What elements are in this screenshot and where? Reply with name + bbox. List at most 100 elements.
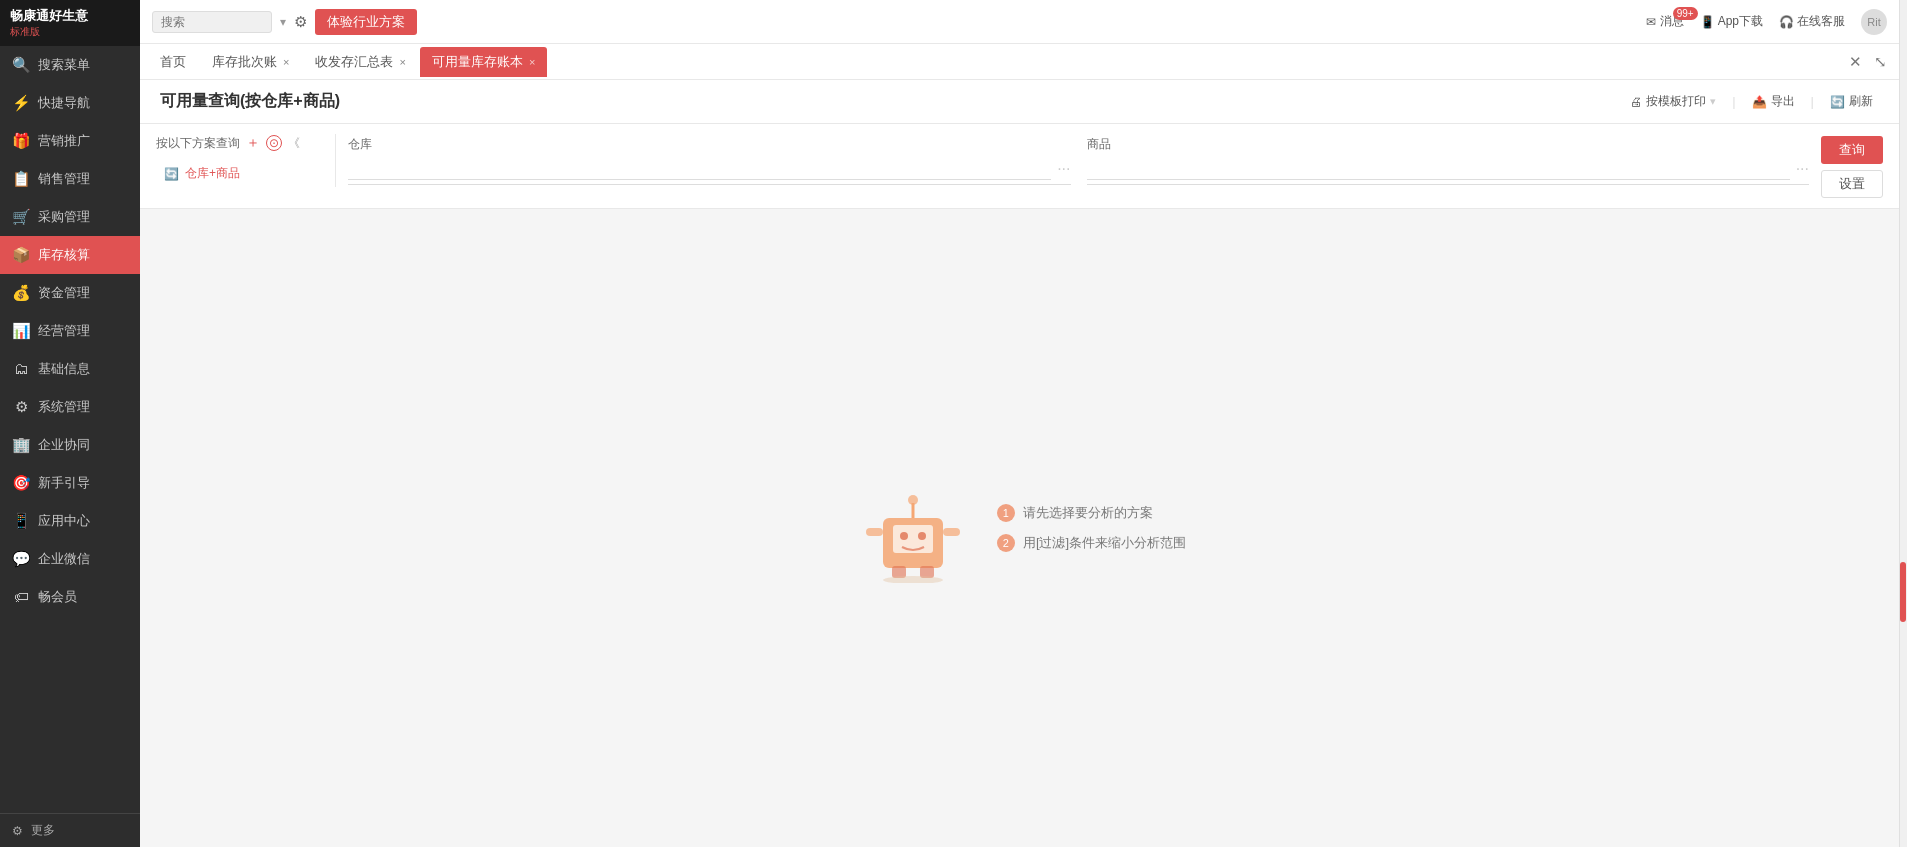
svg-rect-6 — [866, 528, 883, 536]
sidebar-scroll: 🔍 搜索菜单 ⚡ 快捷导航 🎁 营销推广 📋 销售管理 🛒 采购管理 📦 库存核… — [0, 46, 140, 813]
page-header-actions: 🖨 按模板打印 ▾ | 📤 导出 | 🔄 刷新 — [1624, 90, 1879, 113]
empty-text: 1 请先选择要分析的方案 2 用[过滤]条件来缩小分析范围 — [997, 504, 1186, 552]
topbar-gear-icon[interactable]: ⚙ — [294, 13, 307, 31]
scheme-item-label: 仓库+商品 — [185, 165, 240, 182]
empty-illustration — [853, 468, 973, 588]
avatar[interactable]: Rit — [1861, 9, 1887, 35]
sidebar-item-wechat[interactable]: 💬 企业微信 — [0, 540, 140, 578]
product-dots-icon[interactable]: ··· — [1796, 160, 1809, 178]
apps-icon: 📱 — [12, 512, 30, 530]
sidebar-label-apps: 应用中心 — [38, 512, 90, 530]
shortcut-icon: ⚡ — [12, 94, 30, 112]
sidebar-label-sales: 销售管理 — [38, 170, 90, 188]
online-service-label: 在线客服 — [1797, 13, 1845, 30]
empty-hint-2-text: 用[过滤]条件来缩小分析范围 — [1023, 534, 1186, 552]
svg-rect-7 — [943, 528, 960, 536]
warehouse-label: 仓库 — [348, 136, 1071, 153]
print-button[interactable]: 🖨 按模板打印 ▾ — [1624, 90, 1722, 113]
app-edition: 标准版 — [10, 25, 130, 38]
sidebar-bottom-label: 更多 — [31, 822, 55, 839]
sidebar-item-enterprise[interactable]: 🏢 企业协同 — [0, 426, 140, 464]
warehouse-input[interactable] — [348, 157, 1051, 180]
sidebar-label-newbie: 新手引导 — [38, 474, 90, 492]
sidebar-item-apps[interactable]: 📱 应用中心 — [0, 502, 140, 540]
empty-hint-2: 2 用[过滤]条件来缩小分析范围 — [997, 534, 1186, 552]
enterprise-icon: 🏢 — [12, 436, 30, 454]
sidebar-label-finance: 资金管理 — [38, 284, 90, 302]
filter-field-warehouse: 仓库 ··· — [348, 136, 1071, 185]
sidebar-label-operations: 经营管理 — [38, 322, 90, 340]
filter-area: 按以下方案查询 ＋ ⊙ 《 🔄 仓库+商品 仓库 ··· — [140, 124, 1899, 209]
headset-icon: 🎧 — [1779, 15, 1794, 29]
tab-batch[interactable]: 库存批次账 × — [200, 47, 301, 77]
print-icon: 🖨 — [1630, 95, 1642, 109]
sidebar-item-finance[interactable]: 💰 资金管理 — [0, 274, 140, 312]
product-input[interactable] — [1087, 157, 1790, 180]
empty-state: 1 请先选择要分析的方案 2 用[过滤]条件来缩小分析范围 — [140, 209, 1899, 847]
product-input-row: ··· — [1087, 157, 1810, 185]
industry-button[interactable]: 体验行业方案 — [315, 9, 417, 35]
sidebar-label-system: 系统管理 — [38, 398, 90, 416]
sidebar: 畅康通好生意 标准版 🔍 搜索菜单 ⚡ 快捷导航 🎁 营销推广 📋 销售管理 🛒… — [0, 0, 140, 847]
sidebar-item-sales[interactable]: 📋 销售管理 — [0, 160, 140, 198]
sales-icon: 📋 — [12, 170, 30, 188]
refresh-button[interactable]: 🔄 刷新 — [1824, 90, 1879, 113]
sidebar-item-system[interactable]: ⚙ 系统管理 — [0, 388, 140, 426]
page-header: 可用量查询(按仓库+商品) 🖨 按模板打印 ▾ | 📤 导出 | 🔄 刷新 — [140, 80, 1899, 124]
export-label: 导出 — [1771, 93, 1795, 110]
tab-batch-close[interactable]: × — [283, 56, 289, 68]
print-chevron-icon: ▾ — [1710, 95, 1716, 108]
app-download-button[interactable]: 📱 App下载 — [1700, 13, 1763, 30]
settings-button[interactable]: 设置 — [1821, 170, 1883, 198]
online-service-button[interactable]: 🎧 在线客服 — [1779, 13, 1845, 30]
sidebar-label-purchase: 采购管理 — [38, 208, 90, 226]
filter-schemes: 按以下方案查询 ＋ ⊙ 《 🔄 仓库+商品 — [156, 134, 336, 187]
scheme-icon: 🔄 — [164, 167, 179, 181]
print-label: 按模板打印 — [1646, 93, 1706, 110]
app-header: 畅康通好生意 标准版 — [0, 0, 140, 46]
search-chevron-icon[interactable]: ▾ — [280, 15, 286, 29]
sidebar-item-member[interactable]: 🏷 畅会员 — [0, 578, 140, 616]
operations-icon: 📊 — [12, 322, 30, 340]
query-button[interactable]: 查询 — [1821, 136, 1883, 164]
sidebar-label-inventory: 库存核算 — [38, 246, 90, 264]
sidebar-item-search[interactable]: 🔍 搜索菜单 — [0, 46, 140, 84]
sidebar-label-marketing: 营销推广 — [38, 132, 90, 150]
system-icon: ⚙ — [12, 398, 30, 416]
sidebar-bottom-settings[interactable]: ⚙ 更多 — [0, 813, 140, 847]
message-badge: 99+ — [1673, 7, 1698, 20]
tab-available[interactable]: 可用量库存账本 × — [420, 47, 547, 77]
filter-actions: 查询 设置 — [1821, 134, 1883, 198]
tab-available-close[interactable]: × — [529, 56, 535, 68]
sidebar-item-operations[interactable]: 📊 经营管理 — [0, 312, 140, 350]
page-content: 可用量查询(按仓库+商品) 🖨 按模板打印 ▾ | 📤 导出 | 🔄 刷新 — [140, 80, 1899, 847]
right-scrollbar[interactable] — [1899, 0, 1907, 847]
tab-summary-close[interactable]: × — [399, 56, 405, 68]
scheme-settings-button[interactable]: ⊙ — [266, 135, 282, 151]
tab-summary[interactable]: 收发存汇总表 × — [303, 47, 417, 77]
sidebar-item-shortcut[interactable]: ⚡ 快捷导航 — [0, 84, 140, 122]
scheme-collapse-button[interactable]: 《 — [288, 135, 300, 152]
svg-point-5 — [908, 495, 918, 505]
member-icon: 🏷 — [12, 588, 30, 605]
message-button[interactable]: ✉ 消息 99+ — [1646, 13, 1684, 30]
tab-home[interactable]: 首页 — [148, 47, 198, 77]
sidebar-item-inventory[interactable]: 📦 库存核算 — [0, 236, 140, 274]
sidebar-item-purchase[interactable]: 🛒 采购管理 — [0, 198, 140, 236]
add-scheme-button[interactable]: ＋ — [246, 134, 260, 152]
tab-close-button[interactable]: ✕ — [1845, 51, 1866, 73]
export-button[interactable]: 📤 导出 — [1746, 90, 1801, 113]
warehouse-dots-icon[interactable]: ··· — [1057, 160, 1070, 178]
search-input[interactable] — [152, 11, 272, 33]
sidebar-item-marketing[interactable]: 🎁 营销推广 — [0, 122, 140, 160]
sidebar-item-basic[interactable]: 🗂 基础信息 — [0, 350, 140, 388]
divider-2: | — [1811, 94, 1814, 109]
sidebar-label-enterprise: 企业协同 — [38, 436, 90, 454]
sidebar-item-newbie[interactable]: 🎯 新手引导 — [0, 464, 140, 502]
newbie-icon: 🎯 — [12, 474, 30, 492]
product-label: 商品 — [1087, 136, 1810, 153]
tab-expand-button[interactable]: ⤡ — [1870, 51, 1891, 73]
empty-num-2: 2 — [997, 534, 1015, 552]
avatar-text: Rit — [1867, 16, 1880, 28]
scheme-item-warehouse-product[interactable]: 🔄 仓库+商品 — [156, 160, 323, 187]
